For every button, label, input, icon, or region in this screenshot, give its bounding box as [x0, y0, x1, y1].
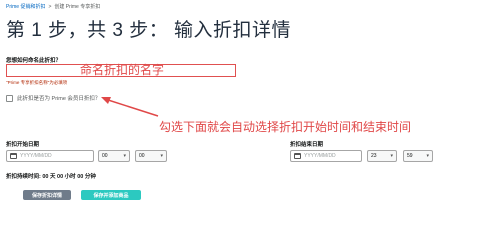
- calendar-icon: [10, 153, 17, 159]
- chevron-down-icon: ▾: [123, 153, 126, 159]
- start-hour-select[interactable]: 00 ▾: [98, 150, 130, 162]
- discount-duration: 折扣持续时间: 00 天 00 小时 00 分钟: [6, 174, 96, 180]
- end-hour-value: 23: [371, 153, 377, 159]
- annotation-arrow-line: [104, 98, 159, 117]
- checkbox-annotation: 勾选下面就会自动选择折扣开始时间和结束时间: [159, 120, 412, 134]
- start-date-label: 折扣开始日期: [6, 142, 40, 148]
- chevron-down-icon: ▾: [390, 153, 393, 159]
- start-minute-select[interactable]: 00 ▾: [135, 150, 167, 162]
- annotation-arrow-head: [101, 97, 111, 104]
- end-date-input[interactable]: YYYY/MM/DD: [290, 150, 362, 162]
- start-date-placeholder: YYYY/MM/DD: [20, 153, 52, 159]
- chevron-down-icon: ▾: [426, 153, 429, 159]
- end-date-placeholder: YYYY/MM/DD: [304, 153, 336, 159]
- calendar-icon: [294, 153, 301, 159]
- start-minute-value: 00: [139, 153, 145, 159]
- end-minute-select[interactable]: 59 ▾: [403, 150, 433, 162]
- end-date-label: 折扣结束日期: [290, 142, 324, 148]
- chevron-down-icon: ▾: [160, 153, 163, 159]
- start-hour-value: 00: [102, 153, 108, 159]
- save-discount-details-button[interactable]: 保存折扣详情: [23, 190, 71, 200]
- end-hour-select[interactable]: 23 ▾: [367, 150, 397, 162]
- save-and-add-products-button[interactable]: 保存并添加商品: [81, 190, 141, 200]
- end-minute-value: 59: [407, 153, 413, 159]
- annotation-arrow: [101, 97, 159, 117]
- start-date-input[interactable]: YYYY/MM/DD: [6, 150, 94, 162]
